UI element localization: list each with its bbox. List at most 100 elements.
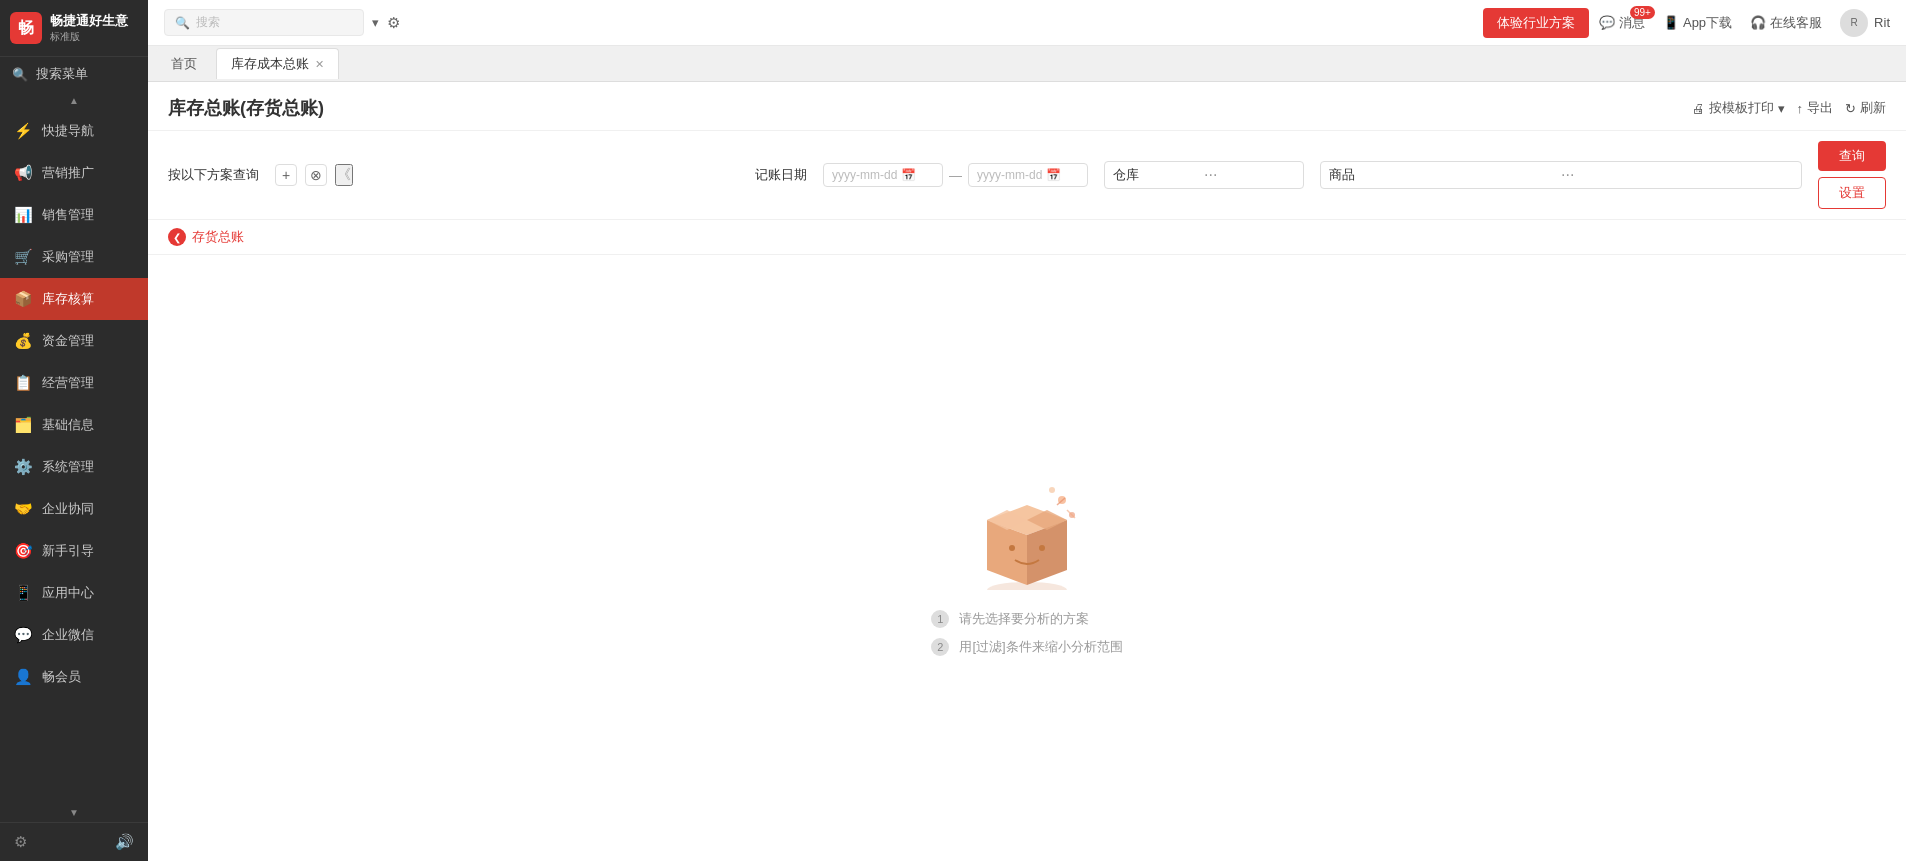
sidebar-search[interactable]: 🔍 搜索菜单	[0, 57, 148, 91]
nav-label-wechat: 企业微信	[42, 626, 94, 644]
subnav-item-inventory[interactable]: ❮ 存货总账	[168, 228, 244, 246]
top-header: 🔍 搜索 ▾ ⚙ 体验行业方案 💬 消息 99+ 📱 App下载 🎧 在线客服	[148, 0, 1906, 46]
header-gear-icon[interactable]: ⚙	[387, 14, 400, 32]
tab-inventory-cost[interactable]: 库存成本总账 ✕	[216, 48, 339, 79]
sidebar-item-wechat[interactable]: 💬 企业微信	[0, 614, 148, 656]
print-btn[interactable]: 🖨 按模板打印 ▾	[1692, 99, 1785, 117]
nav-label-member: 畅会员	[42, 668, 81, 686]
sidebar-item-quick-nav[interactable]: ⚡ 快捷导航	[0, 110, 148, 152]
date-start-input[interactable]: yyyy-mm-dd 📅	[823, 163, 943, 187]
header-search-box[interactable]: 🔍 搜索	[164, 9, 364, 36]
refresh-btn[interactable]: ↻ 刷新	[1845, 99, 1886, 117]
sidebar-scroll-up[interactable]: ▲	[0, 91, 148, 110]
calendar-end-icon[interactable]: 📅	[1046, 168, 1061, 182]
nav-label-inventory: 库存核算	[42, 290, 94, 308]
nav-label-marketing: 营销推广	[42, 164, 94, 182]
empty-illustration	[962, 460, 1092, 590]
search-icon: 🔍	[12, 67, 28, 82]
nav-label-purchase: 采购管理	[42, 248, 94, 266]
subnav-icon: ❮	[168, 228, 186, 246]
nav-label-newbie: 新手引导	[42, 542, 94, 560]
nav-icon-basic: 🗂️	[14, 416, 32, 434]
calendar-start-icon[interactable]: 📅	[901, 168, 916, 182]
sidebar-scroll-down[interactable]: ▼	[0, 803, 148, 822]
nav-label-finance: 资金管理	[42, 332, 94, 350]
page-title: 库存总账(存货总账)	[168, 96, 324, 120]
nav-label-operation: 经营管理	[42, 374, 94, 392]
sidebar-item-member[interactable]: 👤 畅会员	[0, 656, 148, 698]
nav-icon-system: ⚙️	[14, 458, 32, 476]
filter-subnav: ❮ 存货总账	[148, 220, 1906, 255]
tab-home[interactable]: 首页	[156, 48, 212, 79]
date-filter-label: 记账日期	[755, 166, 807, 184]
nav-icon-finance: 💰	[14, 332, 32, 350]
warehouse-filter[interactable]: 仓库 ···	[1104, 161, 1304, 189]
sidebar-item-appstore[interactable]: 📱 应用中心	[0, 572, 148, 614]
nav-icon-member: 👤	[14, 668, 32, 686]
tab-label-inventory-cost: 库存成本总账	[231, 55, 309, 73]
print-label: 按模板打印	[1709, 99, 1774, 117]
goods-more-icon: ···	[1561, 166, 1793, 184]
sidebar-item-newbie[interactable]: 🎯 新手引导	[0, 530, 148, 572]
search-label: 搜索菜单	[36, 65, 88, 83]
date-end-input[interactable]: yyyy-mm-dd 📅	[968, 163, 1088, 187]
online-service-btn[interactable]: 🎧 在线客服	[1750, 14, 1822, 32]
settings-icon[interactable]: ⚙	[14, 833, 27, 851]
app-download-btn[interactable]: 📱 App下载	[1663, 14, 1732, 32]
app-logo: 畅 畅捷通好生意 标准版	[0, 0, 148, 57]
hint-num-2: 2	[931, 638, 949, 656]
filter-add-btn[interactable]: +	[275, 164, 297, 186]
sidebar-item-system[interactable]: ⚙️ 系统管理	[0, 446, 148, 488]
sidebar-item-basic[interactable]: 🗂️ 基础信息	[0, 404, 148, 446]
sidebar: 畅 畅捷通好生意 标准版 🔍 搜索菜单 ▲ ⚡ 快捷导航📢 营销推广📊 销售管理…	[0, 0, 148, 861]
right-btns-container: 查询 设置	[1818, 141, 1886, 209]
sidebar-item-enterprise[interactable]: 🤝 企业协同	[0, 488, 148, 530]
filter-collapse-btn[interactable]: 《	[335, 164, 353, 186]
nav-label-system: 系统管理	[42, 458, 94, 476]
hint-item-2: 2 用[过滤]条件来缩小分析范围	[931, 638, 1122, 656]
search-placeholder-text: 搜索	[196, 14, 220, 31]
date-filter: yyyy-mm-dd 📅 — yyyy-mm-dd 📅	[823, 163, 1088, 187]
industry-btn[interactable]: 体验行业方案	[1483, 8, 1589, 38]
settings-btn[interactable]: 设置	[1818, 177, 1886, 209]
filter-row-label: 按以下方案查询	[168, 166, 259, 184]
sidebar-item-purchase[interactable]: 🛒 采购管理	[0, 236, 148, 278]
goods-filter[interactable]: 商品 ···	[1320, 161, 1802, 189]
nav-icon-newbie: 🎯	[14, 542, 32, 560]
warehouse-label: 仓库	[1113, 166, 1204, 184]
app-title: 畅捷通好生意	[50, 13, 128, 30]
print-dropdown-icon: ▾	[1778, 101, 1785, 116]
message-btn[interactable]: 💬 消息 99+	[1599, 14, 1645, 32]
nav-label-sales: 销售管理	[42, 206, 94, 224]
message-icon: 💬	[1599, 15, 1615, 30]
goods-label: 商品	[1329, 166, 1561, 184]
nav-icon-quick-nav: ⚡	[14, 122, 32, 140]
sidebar-nav: ⚡ 快捷导航📢 营销推广📊 销售管理🛒 采购管理📦 库存核算💰 资金管理📋 经营…	[0, 110, 148, 803]
header-dropdown-btn[interactable]: ▾	[372, 15, 379, 30]
app-download-icon: 📱	[1663, 15, 1679, 30]
sidebar-item-inventory[interactable]: 📦 库存核算	[0, 278, 148, 320]
audio-icon[interactable]: 🔊	[115, 833, 134, 851]
date-separator: —	[949, 168, 962, 183]
sidebar-item-finance[interactable]: 💰 资金管理	[0, 320, 148, 362]
filter-row-controls: + ⊗ 《	[275, 164, 739, 186]
empty-hints: 1 请先选择要分析的方案 2 用[过滤]条件来缩小分析范围	[931, 610, 1122, 656]
user-section[interactable]: R Rit	[1840, 9, 1890, 37]
hint-item-1: 1 请先选择要分析的方案	[931, 610, 1122, 628]
sidebar-item-sales[interactable]: 📊 销售管理	[0, 194, 148, 236]
page-actions: 🖨 按模板打印 ▾ ↑ 导出 ↻ 刷新	[1692, 99, 1887, 117]
filter-clear-btn[interactable]: ⊗	[305, 164, 327, 186]
main-content: 🔍 搜索 ▾ ⚙ 体验行业方案 💬 消息 99+ 📱 App下载 🎧 在线客服	[148, 0, 1906, 861]
nav-label-enterprise: 企业协同	[42, 500, 94, 518]
tab-close-inventory-cost[interactable]: ✕	[315, 58, 324, 71]
query-btn[interactable]: 查询	[1818, 141, 1886, 171]
sidebar-item-operation[interactable]: 📋 经营管理	[0, 362, 148, 404]
search-input-icon: 🔍	[175, 16, 190, 30]
export-btn[interactable]: ↑ 导出	[1797, 99, 1834, 117]
sidebar-item-marketing[interactable]: 📢 营销推广	[0, 152, 148, 194]
message-badge: 99+	[1630, 6, 1655, 19]
refresh-icon: ↻	[1845, 101, 1856, 116]
hint-num-1: 1	[931, 610, 949, 628]
logo-icon: 畅	[10, 12, 42, 44]
nav-icon-inventory: 📦	[14, 290, 32, 308]
